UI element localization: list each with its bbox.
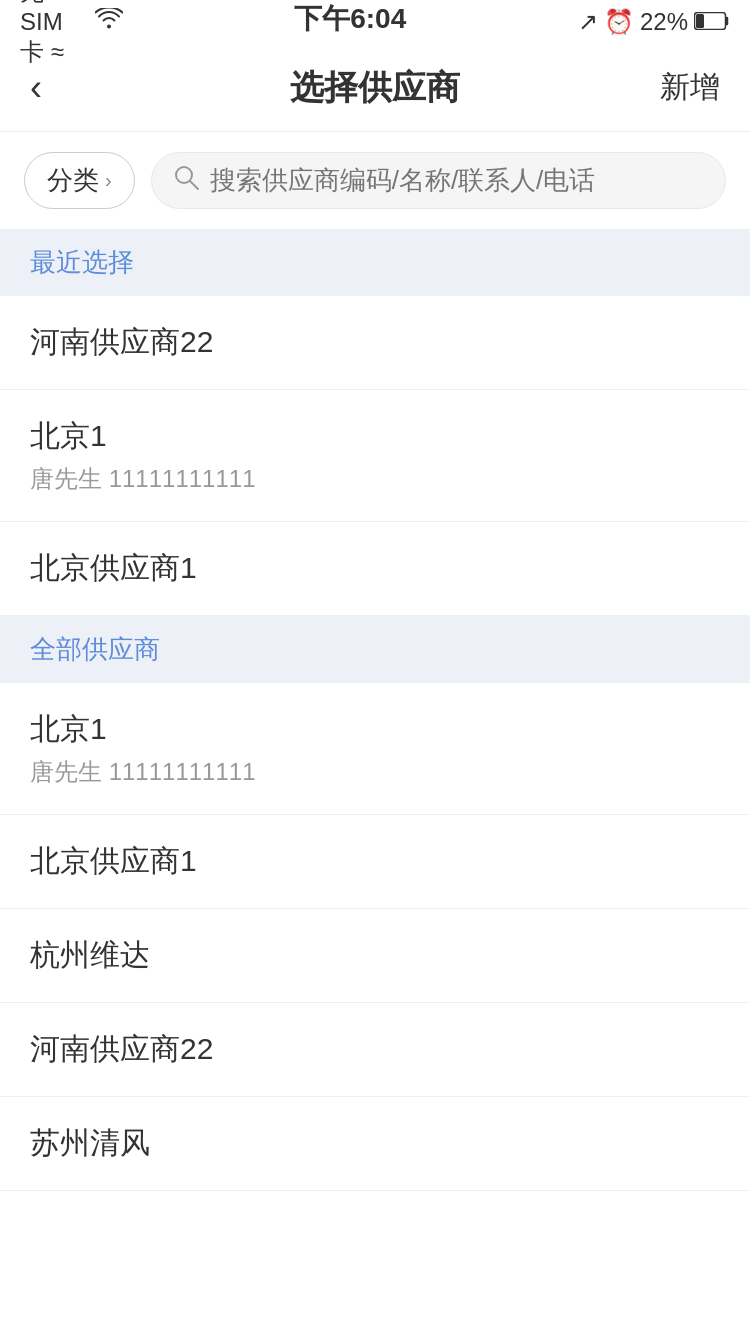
location-icon: ↗ bbox=[578, 8, 598, 36]
list-item[interactable]: 北京1 唐先生 11111111111 bbox=[0, 683, 750, 815]
supplier-name: 北京供应商1 bbox=[30, 841, 720, 882]
supplier-sub: 唐先生 11111111111 bbox=[30, 463, 720, 495]
svg-line-3 bbox=[190, 182, 198, 190]
supplier-name: 河南供应商22 bbox=[30, 322, 720, 363]
search-input[interactable] bbox=[210, 165, 705, 196]
list-item[interactable]: 杭州维达 bbox=[0, 909, 750, 1003]
battery-icon bbox=[694, 8, 730, 36]
search-box[interactable] bbox=[151, 152, 726, 209]
list-item[interactable]: 河南供应商22 bbox=[0, 296, 750, 390]
supplier-name: 杭州维达 bbox=[30, 935, 720, 976]
status-left: 无 SIM 卡 ≈ bbox=[20, 0, 123, 68]
chevron-right-icon: › bbox=[105, 169, 112, 192]
list-item[interactable]: 苏州清风 bbox=[0, 1097, 750, 1191]
back-button[interactable]: ‹ bbox=[30, 67, 90, 109]
filter-bar: 分类 › bbox=[0, 132, 750, 229]
status-right: ↗ ⏰ 22% bbox=[578, 8, 730, 36]
supplier-name: 河南供应商22 bbox=[30, 1029, 720, 1070]
supplier-name: 北京1 bbox=[30, 709, 720, 750]
search-icon bbox=[172, 163, 200, 198]
supplier-name: 北京供应商1 bbox=[30, 548, 720, 589]
page-title: 选择供应商 bbox=[290, 65, 460, 111]
list-item[interactable]: 北京供应商1 bbox=[0, 815, 750, 909]
list-item[interactable]: 河南供应商22 bbox=[0, 1003, 750, 1097]
category-label: 分类 bbox=[47, 163, 99, 198]
add-button[interactable]: 新增 bbox=[660, 67, 720, 108]
supplier-name: 苏州清风 bbox=[30, 1123, 720, 1164]
status-time: 下午6:04 bbox=[294, 0, 406, 38]
list-item[interactable]: 北京1 唐先生 11111111111 bbox=[0, 390, 750, 522]
category-button[interactable]: 分类 › bbox=[24, 152, 135, 209]
alarm-icon: ⏰ bbox=[604, 8, 634, 36]
supplier-name: 北京1 bbox=[30, 416, 720, 457]
status-bar: 无 SIM 卡 ≈ 下午6:04 ↗ ⏰ 22% bbox=[0, 0, 750, 44]
supplier-sub: 唐先生 11111111111 bbox=[30, 756, 720, 788]
svg-rect-1 bbox=[696, 14, 704, 28]
section-header-recent: 最近选择 bbox=[0, 229, 750, 296]
wifi-icon bbox=[95, 8, 123, 36]
battery-percent: 22% bbox=[640, 8, 688, 36]
supplier-list: 最近选择河南供应商22 北京1 唐先生 11111111111 北京供应商1 全部供应商… bbox=[0, 229, 750, 1191]
sim-status: 无 SIM 卡 ≈ bbox=[20, 0, 87, 68]
svg-point-2 bbox=[176, 167, 192, 183]
section-header-all: 全部供应商 bbox=[0, 616, 750, 683]
list-item[interactable]: 北京供应商1 bbox=[0, 522, 750, 616]
